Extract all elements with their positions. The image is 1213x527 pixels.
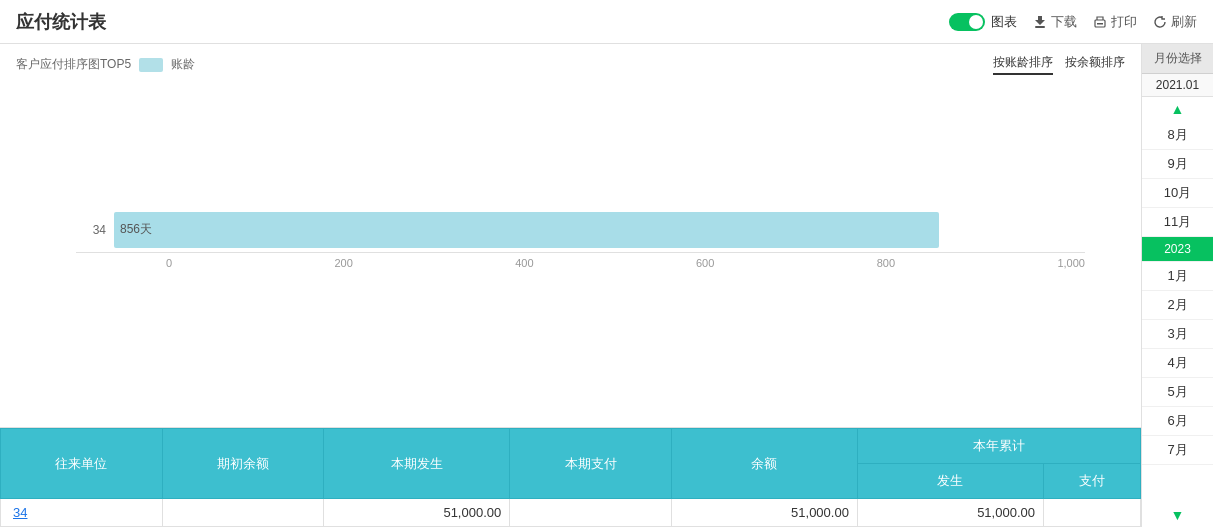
x-tick-600: 600 xyxy=(696,257,714,269)
refresh-label: 刷新 xyxy=(1171,13,1197,31)
col-current-occur: 本期发生 xyxy=(324,429,510,499)
print-label: 打印 xyxy=(1111,13,1137,31)
sidebar-year-marker: 2023 xyxy=(1142,237,1213,262)
toggle-label: 图表 xyxy=(991,13,1017,31)
sidebar-month-8[interactable]: 8月 xyxy=(1142,121,1213,150)
toggle-track[interactable] xyxy=(949,13,985,31)
sidebar-month-1[interactable]: 1月 xyxy=(1142,262,1213,291)
main-content: 客户应付排序图TOP5 账龄 按账龄排序 按余额排序 34 856天 xyxy=(0,44,1213,527)
svg-rect-2 xyxy=(1097,23,1103,25)
sidebar: 月份选择 2021.01 ▲ 8月 9月 10月 11月 2023 1月 2月 … xyxy=(1141,44,1213,527)
bar-row: 34 856天 xyxy=(76,212,1085,248)
sidebar-next-button[interactable]: ▼ xyxy=(1142,503,1213,527)
print-button[interactable]: 打印 xyxy=(1093,13,1137,31)
col-ytd: 本年累计 xyxy=(857,429,1140,464)
sidebar-month-9[interactable]: 9月 xyxy=(1142,150,1213,179)
sidebar-header: 月份选择 xyxy=(1142,44,1213,74)
x-tick-400: 400 xyxy=(515,257,533,269)
sidebar-month-4[interactable]: 4月 xyxy=(1142,349,1213,378)
data-table: 往来单位 期初余额 本期发生 本期支付 余额 本年累计 发生 支付 xyxy=(0,428,1141,527)
cell-unit: 34 xyxy=(1,499,163,527)
x-axis: 0 200 400 600 800 1,000 xyxy=(76,252,1085,269)
page-title: 应付统计表 xyxy=(16,10,106,34)
download-label: 下载 xyxy=(1051,13,1077,31)
x-tick-800: 800 xyxy=(877,257,895,269)
bar-days: 856天 xyxy=(120,221,152,238)
refresh-button[interactable]: 刷新 xyxy=(1153,13,1197,31)
bar-label: 34 xyxy=(76,223,106,237)
sort-by-balance-button[interactable]: 按余额排序 xyxy=(1065,54,1125,75)
sidebar-prev-button[interactable]: ▲ xyxy=(1142,97,1213,121)
legend-color-box xyxy=(139,58,163,72)
cell-ytd-pay xyxy=(1043,499,1140,527)
sidebar-month-6[interactable]: 6月 xyxy=(1142,407,1213,436)
unit-link[interactable]: 34 xyxy=(13,505,27,520)
table-row: 34 51,000.00 51,000.00 51,000.00 xyxy=(1,499,1141,527)
chart-container: 客户应付排序图TOP5 账龄 按账龄排序 按余额排序 34 856天 xyxy=(0,44,1141,427)
sidebar-month-7[interactable]: 7月 xyxy=(1142,436,1213,465)
table-section: 往来单位 期初余额 本期发生 本期支付 余额 本年累计 发生 支付 xyxy=(0,427,1141,527)
col-ytd-occur: 发生 xyxy=(857,464,1043,499)
refresh-icon xyxy=(1153,15,1167,29)
col-balance: 余额 xyxy=(671,429,857,499)
legend-title: 客户应付排序图TOP5 xyxy=(16,56,131,73)
chart-section: 客户应付排序图TOP5 账龄 按账龄排序 按余额排序 34 856天 xyxy=(0,44,1141,527)
col-unit: 往来单位 xyxy=(1,429,163,499)
sidebar-month-3[interactable]: 3月 xyxy=(1142,320,1213,349)
sidebar-month-10[interactable]: 10月 xyxy=(1142,179,1213,208)
print-icon xyxy=(1093,15,1107,29)
bar-track: 856天 xyxy=(114,212,1085,248)
legend-label: 账龄 xyxy=(171,56,195,73)
cell-balance: 51,000.00 xyxy=(671,499,857,527)
cell-current-pay xyxy=(510,499,672,527)
chart-toggle[interactable]: 图表 xyxy=(949,13,1017,31)
x-tick-1000: 1,000 xyxy=(1057,257,1085,269)
sidebar-year: 2021.01 xyxy=(1142,74,1213,97)
download-button[interactable]: 下载 xyxy=(1033,13,1077,31)
col-current-pay: 本期支付 xyxy=(510,429,672,499)
sidebar-months: 8月 9月 10月 11月 2023 1月 2月 3月 4月 5月 6月 7月 xyxy=(1142,121,1213,503)
chart-legend: 客户应付排序图TOP5 账龄 xyxy=(16,56,195,73)
header-actions: 图表 下载 打印 刷新 xyxy=(949,13,1197,31)
bar-chart: 34 856天 0 200 400 600 800 1,000 xyxy=(16,83,1125,417)
sort-by-age-button[interactable]: 按账龄排序 xyxy=(993,54,1053,75)
cell-ytd-occur: 51,000.00 xyxy=(857,499,1043,527)
chart-header: 客户应付排序图TOP5 账龄 按账龄排序 按余额排序 xyxy=(16,54,1125,75)
x-tick-200: 200 xyxy=(335,257,353,269)
svg-rect-0 xyxy=(1035,26,1045,28)
bar-fill: 856天 xyxy=(114,212,939,248)
x-tick-0: 0 xyxy=(166,257,172,269)
page-header: 应付统计表 图表 下载 打印 xyxy=(0,0,1213,44)
col-ytd-pay: 支付 xyxy=(1043,464,1140,499)
chevron-down-icon: ▼ xyxy=(1171,507,1185,523)
chart-sort: 按账龄排序 按余额排序 xyxy=(993,54,1125,75)
sidebar-month-11[interactable]: 11月 xyxy=(1142,208,1213,237)
cell-current-occur: 51,000.00 xyxy=(324,499,510,527)
toggle-thumb xyxy=(969,15,983,29)
sidebar-month-2[interactable]: 2月 xyxy=(1142,291,1213,320)
download-icon xyxy=(1033,15,1047,29)
col-opening: 期初余额 xyxy=(162,429,324,499)
chevron-up-icon: ▲ xyxy=(1171,101,1185,117)
cell-opening xyxy=(162,499,324,527)
sidebar-month-5[interactable]: 5月 xyxy=(1142,378,1213,407)
